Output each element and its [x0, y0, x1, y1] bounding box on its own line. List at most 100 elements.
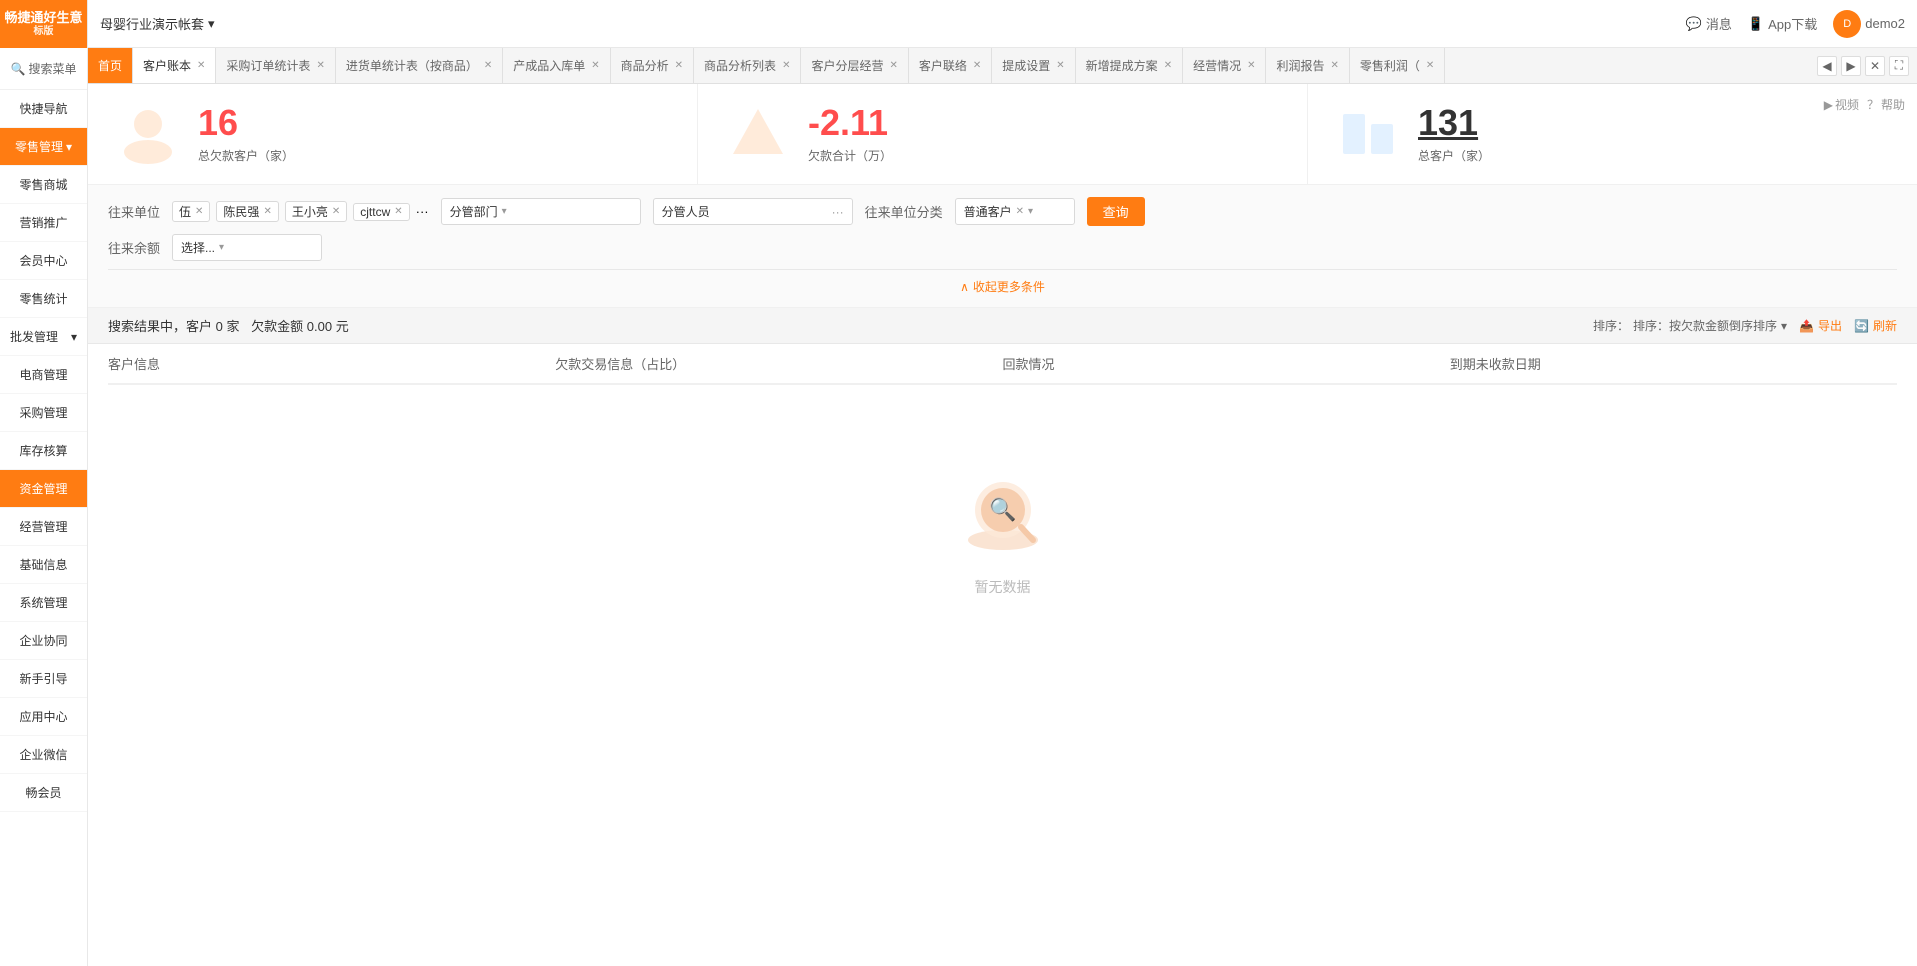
- tab-close-icon[interactable]: ✕: [591, 60, 599, 71]
- tab-close-icon[interactable]: ✕: [484, 60, 492, 71]
- sidebar-item-enterprise[interactable]: 企业协同: [0, 622, 87, 660]
- person-placeholder: 分管人员: [662, 203, 710, 220]
- filter-tag-wang: 王小亮 ✕: [285, 201, 347, 222]
- sidebar-logo: 畅捷通好生意 标版: [0, 0, 87, 48]
- sidebar-item-retail-stats[interactable]: 零售统计: [0, 280, 87, 318]
- tab-close-icon[interactable]: ✕: [197, 60, 205, 71]
- person-selector[interactable]: 分管人员 ···: [653, 198, 853, 225]
- sidebar-item-quick-nav[interactable]: 快捷导航: [0, 90, 87, 128]
- sidebar-item-new-guide[interactable]: 新手引导: [0, 660, 87, 698]
- play-icon: ▶: [1824, 98, 1833, 112]
- sidebar-item-member-center[interactable]: 会员中心: [0, 242, 87, 280]
- tab-close-icon[interactable]: ✕: [1164, 60, 1172, 71]
- tag-close-chen[interactable]: ✕: [263, 206, 271, 217]
- tab-product-instock[interactable]: 产成品入库单 ✕: [503, 48, 610, 84]
- tab-close-icon[interactable]: ✕: [1247, 60, 1255, 71]
- sort-selector[interactable]: 排序： 排序：按欠款金额倒序排序 ▾: [1593, 317, 1787, 334]
- result-debt-value: 0.00: [307, 319, 332, 334]
- sidebar-item-label: 营销推广: [19, 214, 67, 231]
- sidebar-item-wecom[interactable]: 企业微信: [0, 736, 87, 774]
- tab-close-icon[interactable]: ✕: [889, 60, 897, 71]
- sidebar-item-purchase[interactable]: 采购管理: [0, 394, 87, 432]
- tab-close-icon[interactable]: ✕: [675, 60, 683, 71]
- tag-more-button[interactable]: ···: [416, 204, 429, 219]
- help-button[interactable]: ？ 帮助: [1867, 96, 1905, 113]
- logo-main-text: 畅捷通好生意: [4, 10, 82, 26]
- person-more-icon[interactable]: ···: [832, 205, 844, 219]
- result-debt-unit: 元: [336, 319, 349, 334]
- tab-close-icon[interactable]: ✕: [1426, 60, 1434, 71]
- user-profile[interactable]: D demo2: [1833, 10, 1905, 38]
- tab-customer-ledger[interactable]: 客户账本 ✕: [133, 48, 216, 84]
- stat-content-3: 131 总客户（家）: [1418, 105, 1490, 164]
- tab-product-analysis-list[interactable]: 商品分析列表 ✕: [694, 48, 801, 84]
- sidebar-item-wholesale[interactable]: 批发管理▾: [0, 318, 87, 356]
- tab-operations[interactable]: 经营情况 ✕: [1183, 48, 1266, 84]
- tab-add-commission[interactable]: 新增提成方案 ✕: [1076, 48, 1183, 84]
- username: demo2: [1865, 16, 1905, 31]
- unit-class-selector[interactable]: 普通客户 ✕ ▾: [955, 198, 1075, 225]
- sidebar-item-retail-mall[interactable]: 零售商城: [0, 166, 87, 204]
- query-button[interactable]: 查询: [1087, 197, 1145, 226]
- tab-label: 新增提成方案: [1086, 57, 1158, 74]
- tab-customer-layer[interactable]: 客户分层经营 ✕: [801, 48, 908, 84]
- tab-close-all-button[interactable]: ✕: [1865, 56, 1885, 76]
- sidebar-item-operations[interactable]: 经营管理: [0, 508, 87, 546]
- tab-home[interactable]: 首页: [88, 48, 133, 84]
- sidebar-item-retail-mgmt[interactable]: 零售管理 ▾: [0, 128, 87, 166]
- sidebar-item-finance[interactable]: 资金管理: [0, 470, 87, 508]
- balance-filter-label: 往来余额: [108, 238, 160, 257]
- sidebar-item-member[interactable]: 畅会员: [0, 774, 87, 812]
- account-selector[interactable]: 母婴行业演示帐套 ▾: [100, 14, 215, 33]
- tag-close-wu[interactable]: ✕: [195, 206, 203, 217]
- collapse-filter-button[interactable]: ∧ 收起更多条件: [960, 278, 1045, 295]
- sidebar-item-inventory[interactable]: 库存核算: [0, 432, 87, 470]
- tab-bar: 首页 客户账本 ✕ 采购订单统计表 ✕ 进货单统计表（按商品） ✕ 产成品入库单…: [88, 48, 1917, 84]
- tab-product-analysis[interactable]: 商品分析 ✕: [611, 48, 694, 84]
- search-menu-button[interactable]: 🔍 搜索菜单: [6, 56, 81, 81]
- messages-button[interactable]: 💬 消息: [1686, 14, 1732, 33]
- help-label: 帮助: [1881, 96, 1905, 113]
- tag-close-wang[interactable]: ✕: [332, 206, 340, 217]
- tab-maximize-button[interactable]: ⛶: [1889, 56, 1909, 76]
- sidebar-item-label: 库存核算: [19, 442, 67, 459]
- tab-prev-button[interactable]: ◀: [1817, 56, 1837, 76]
- tab-close-icon[interactable]: ✕: [973, 60, 981, 71]
- sidebar-item-ecommerce[interactable]: 电商管理: [0, 356, 87, 394]
- tab-close-icon[interactable]: ✕: [782, 60, 790, 71]
- tab-retail-profit[interactable]: 零售利润（ ✕: [1350, 48, 1445, 84]
- tab-label: 客户分层经营: [811, 57, 883, 74]
- balance-selector[interactable]: 选择... ▾: [172, 234, 322, 261]
- tag-close-ordinary[interactable]: ✕: [1016, 206, 1024, 217]
- sidebar-item-label: 会员中心: [19, 252, 67, 269]
- app-download-button[interactable]: 📱 App下载: [1748, 14, 1817, 33]
- sidebar-item-marketing[interactable]: 营销推广: [0, 204, 87, 242]
- sidebar-item-label: 系统管理: [19, 594, 67, 611]
- tab-label: 首页: [98, 57, 122, 74]
- sidebar-item-app-center[interactable]: 应用中心: [0, 698, 87, 736]
- collapse-label: 收起更多条件: [973, 278, 1045, 295]
- tab-profit-report[interactable]: 利润报告 ✕: [1266, 48, 1349, 84]
- tag-close-cjttcw[interactable]: ✕: [394, 206, 402, 217]
- search-menu-label: 搜索菜单: [28, 60, 76, 77]
- unit-class-filter-label: 往来单位分类: [865, 202, 943, 221]
- messages-label: 消息: [1706, 14, 1732, 33]
- stat-content-2: -2.11 欠款合计（万）: [808, 105, 892, 164]
- dept-selector[interactable]: 分管部门 ▾: [441, 198, 641, 225]
- tab-commission-settings[interactable]: 提成设置 ✕: [992, 48, 1075, 84]
- tab-close-icon[interactable]: ✕: [316, 60, 324, 71]
- tab-instock-stats[interactable]: 进货单统计表（按商品） ✕: [336, 48, 503, 84]
- tab-controls: ◀ ▶ ✕ ⛶: [1809, 56, 1917, 76]
- video-help-button[interactable]: ▶ 视频: [1824, 96, 1859, 113]
- help-icon: ？: [1867, 96, 1879, 113]
- sidebar-item-sys-mgmt[interactable]: 系统管理: [0, 584, 87, 622]
- tab-customer-contact[interactable]: 客户联络 ✕: [909, 48, 992, 84]
- tab-close-icon[interactable]: ✕: [1056, 60, 1064, 71]
- sidebar-item-base-info[interactable]: 基础信息: [0, 546, 87, 584]
- tab-next-button[interactable]: ▶: [1841, 56, 1861, 76]
- col-header-customer: 客户信息: [108, 354, 555, 373]
- export-button[interactable]: 📤 导出: [1799, 317, 1842, 334]
- tab-close-icon[interactable]: ✕: [1331, 60, 1339, 71]
- refresh-button[interactable]: 🔄 刷新: [1854, 317, 1897, 334]
- tab-purchase-order-stats[interactable]: 采购订单统计表 ✕: [216, 48, 335, 84]
